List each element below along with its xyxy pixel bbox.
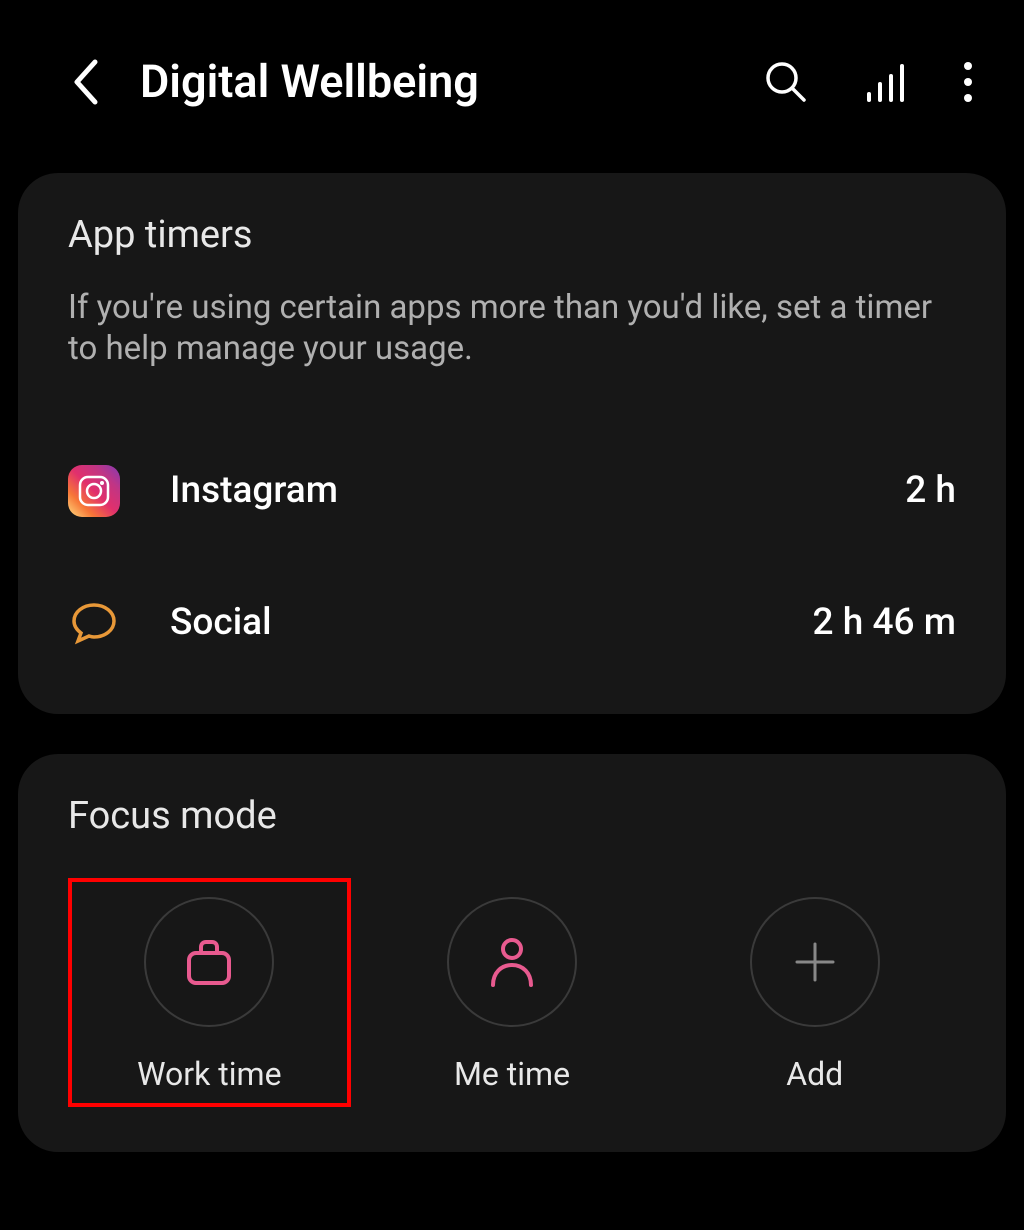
focus-mode-label: Add	[786, 1055, 843, 1093]
app-time-label: 2 h	[905, 469, 956, 512]
app-timer-row-instagram[interactable]: Instagram 2 h	[68, 425, 956, 557]
app-timer-row-social[interactable]: Social 2 h 46 m	[68, 557, 956, 659]
focus-circle	[447, 897, 577, 1027]
focus-mode-label: Me time	[454, 1055, 570, 1093]
search-button[interactable]	[764, 60, 808, 104]
app-name-label: Instagram	[170, 469, 905, 512]
app-timers-title: App timers	[68, 213, 956, 257]
back-button[interactable]	[70, 58, 100, 106]
app-timers-card: App timers If you're using certain apps …	[18, 173, 1006, 714]
search-icon	[764, 60, 808, 104]
focus-circle	[750, 897, 880, 1027]
chevron-left-icon	[70, 58, 100, 106]
focus-mode-me-time[interactable]: Me time	[371, 878, 654, 1107]
header-actions	[764, 60, 974, 104]
more-vertical-icon	[962, 60, 974, 104]
focus-mode-title: Focus mode	[68, 794, 956, 838]
app-header: Digital Wellbeing	[0, 0, 1024, 158]
page-title: Digital Wellbeing	[140, 55, 734, 108]
focus-mode-label: Work time	[137, 1055, 281, 1093]
focus-mode-work-time[interactable]: Work time	[68, 878, 351, 1107]
plus-icon	[791, 938, 839, 986]
bar-chart-icon	[863, 62, 907, 102]
app-name-label: Social	[170, 601, 813, 644]
briefcase-icon	[183, 937, 235, 987]
stats-button[interactable]	[863, 62, 907, 102]
more-options-button[interactable]	[962, 60, 974, 104]
person-icon	[487, 935, 537, 989]
focus-circle	[144, 897, 274, 1027]
app-timers-description: If you're using certain apps more than y…	[68, 287, 956, 370]
focus-mode-row: Work time Me time Add	[68, 878, 956, 1107]
app-time-label: 2 h 46 m	[813, 601, 956, 644]
social-icon	[68, 597, 120, 649]
focus-mode-card: Focus mode Work time Me time	[18, 754, 1006, 1152]
focus-mode-add[interactable]: Add	[673, 878, 956, 1107]
instagram-icon	[68, 465, 120, 517]
